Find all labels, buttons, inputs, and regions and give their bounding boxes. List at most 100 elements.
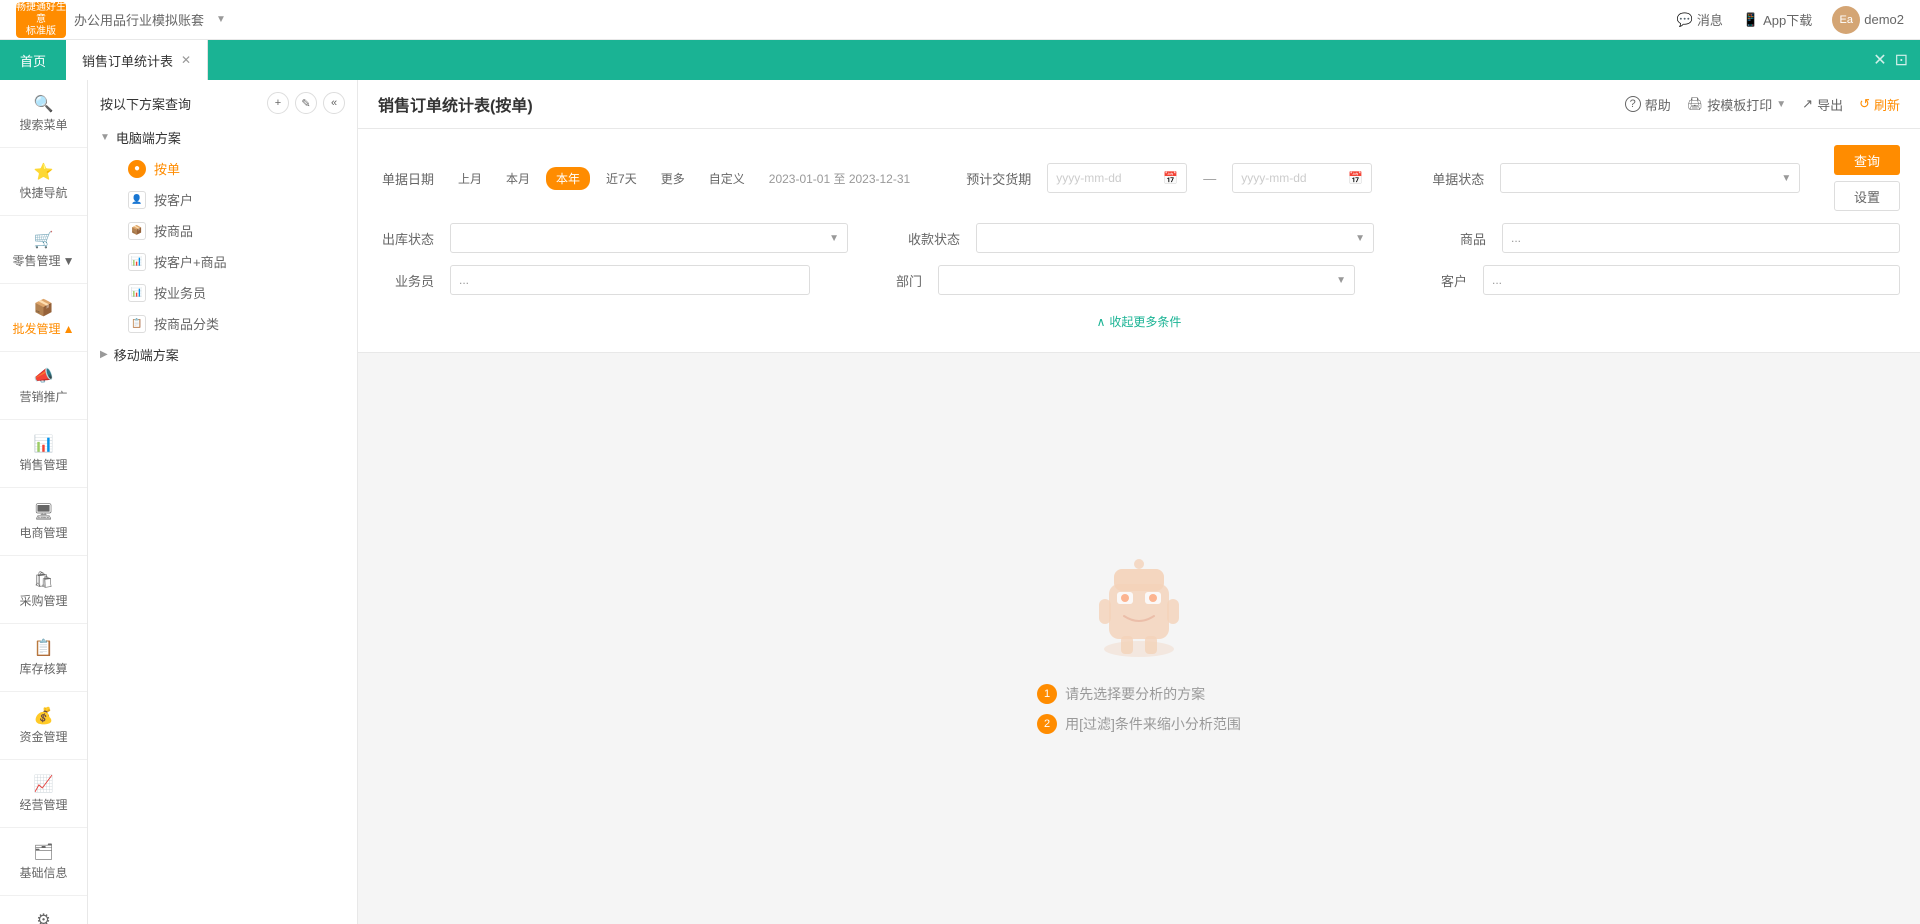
empty-tips: 1 请先选择要分析的方案 2 用[过滤]条件来缩小分析范围 xyxy=(1037,684,1241,734)
wholesale-icon: 📦 xyxy=(34,298,54,318)
workspace-title[interactable]: 办公用品行业模拟账套 xyxy=(74,10,204,29)
status-select-arrow-icon: ▼ xyxy=(1781,173,1791,184)
base-info-icon: 🗂 xyxy=(33,842,53,862)
finance-icon: 💰 xyxy=(34,706,54,726)
delivery-to-input[interactable]: yyyy-mm-dd 📅 xyxy=(1232,163,1372,193)
collapse-panel-button[interactable]: « xyxy=(323,92,345,114)
refresh-button[interactable]: ↺ 刷新 xyxy=(1859,95,1900,114)
plan-item-by-customer[interactable]: 👤 按客户 xyxy=(96,184,349,215)
mobile-plan-group-header[interactable]: ▶ 移动端方案 xyxy=(96,339,349,370)
sidebar-item-search-menu[interactable]: 🔍 搜索菜单 xyxy=(0,80,87,148)
ecommerce-icon: 🖥 xyxy=(33,502,53,522)
delivery-from-input[interactable]: yyyy-mm-dd 📅 xyxy=(1047,163,1187,193)
tab-restore-icon[interactable]: ⊡ xyxy=(1895,50,1908,70)
plan-item-by-goods[interactable]: 📦 按商品 xyxy=(96,215,349,246)
pc-plan-group-header[interactable]: ▼ 电脑端方案 xyxy=(96,122,349,153)
sidebar-item-operations[interactable]: 📈 经营管理 xyxy=(0,760,87,828)
sidebar: 🔍 搜索菜单 ⭐ 快捷导航 🛒 零售管理 ▼ 📦 批发管理 ▲ 📣 营销推广 xyxy=(0,80,88,924)
more-btn[interactable]: 更多 xyxy=(653,166,693,191)
goods-input[interactable]: ... xyxy=(1502,223,1900,253)
this-month-btn[interactable]: 本月 xyxy=(498,166,538,191)
customer-ellipsis[interactable]: ... xyxy=(1492,273,1502,287)
wholesale-arrow-icon: ▲ xyxy=(63,322,75,336)
staff-ellipsis[interactable]: ... xyxy=(459,273,469,287)
plan-item-by-staff[interactable]: 📊 按业务员 xyxy=(96,277,349,308)
empty-state: 1 请先选择要分析的方案 2 用[过滤]条件来缩小分析范围 xyxy=(358,353,1920,924)
filter-row-2: 出库状态 ▼ 收款状态 ▼ 商品 ... xyxy=(378,223,1900,253)
customer-input[interactable]: ... xyxy=(1483,265,1900,295)
page-header-actions: ? 帮助 🖨 按模板打印 ▼ ↗ 导出 ↺ 刷新 xyxy=(1625,95,1900,114)
right-panel: 销售订单统计表(按单) ? 帮助 🖨 按模板打印 ▼ ↗ 导出 xyxy=(358,80,1920,924)
receipt-status-select[interactable]: ▼ xyxy=(976,223,1374,253)
this-year-btn[interactable]: 本年 xyxy=(546,167,590,190)
pc-plan-group: ▼ 电脑端方案 ● 按单 👤 按客户 📦 按商品 📊 按客户+商品 xyxy=(88,122,357,339)
panel-actions: + ✎ « xyxy=(267,92,345,114)
tab-minimize-icon[interactable]: ✕ xyxy=(1873,50,1886,70)
retail-arrow-icon: ▼ xyxy=(63,254,75,268)
sidebar-item-quick-nav[interactable]: ⭐ 快捷导航 xyxy=(0,148,87,216)
edit-plan-button[interactable]: ✎ xyxy=(295,92,317,114)
inventory-icon: 📋 xyxy=(34,638,54,658)
tab-bar-right: ✕ ⊡ xyxy=(1873,50,1920,70)
by-category-icon: 📋 xyxy=(128,315,146,333)
dept-select[interactable]: ▼ xyxy=(938,265,1355,295)
tab-home[interactable]: 首页 xyxy=(0,40,66,80)
page-header: 销售订单统计表(按单) ? 帮助 🖨 按模板打印 ▼ ↗ 导出 xyxy=(358,80,1920,129)
sidebar-item-retail[interactable]: 🛒 零售管理 ▼ xyxy=(0,216,87,284)
empty-illustration xyxy=(1079,544,1199,664)
dept-arrow-icon: ▼ xyxy=(1336,275,1346,286)
plan-item-by-order[interactable]: ● 按单 xyxy=(96,153,349,184)
search-button[interactable]: 查询 xyxy=(1834,145,1900,175)
plan-item-by-customer-goods[interactable]: 📊 按客户+商品 xyxy=(96,246,349,277)
left-panel: 按以下方案查询 + ✎ « ▼ 电脑端方案 ● 按单 👤 按 xyxy=(88,80,358,924)
setting-button[interactable]: 设置 xyxy=(1834,181,1900,211)
custom-btn[interactable]: 自定义 xyxy=(701,166,753,191)
tab-close-icon[interactable]: ✕ xyxy=(181,53,191,67)
marketing-icon: 📣 xyxy=(34,366,54,386)
empty-tip-1: 1 请先选择要分析的方案 xyxy=(1037,684,1241,704)
avatar: Ea xyxy=(1832,6,1860,34)
out-status-select[interactable]: ▼ xyxy=(450,223,848,253)
sidebar-item-system[interactable]: ⚙ 系统管理 xyxy=(0,896,87,924)
sales-icon: 📊 xyxy=(34,434,54,454)
by-order-icon: ● xyxy=(128,160,146,178)
help-button[interactable]: ? 帮助 xyxy=(1625,95,1671,114)
tab-sales-stats[interactable]: 销售订单统计表 ✕ xyxy=(66,40,208,80)
sidebar-item-sales[interactable]: 📊 销售管理 xyxy=(0,420,87,488)
mobile-group-arrow-icon: ▶ xyxy=(100,349,108,360)
left-panel-header: 按以下方案查询 + ✎ « xyxy=(88,92,357,122)
sidebar-item-purchase[interactable]: 🛍 采购管理 xyxy=(0,556,87,624)
by-customer-icon: 👤 xyxy=(128,191,146,209)
top-bar: 畅捷通好生意 标准版 办公用品行业模拟账套 ▼ 💬 消息 📱 App下载 Ea … xyxy=(0,0,1920,40)
by-goods-icon: 📦 xyxy=(128,222,146,240)
app-download-button[interactable]: 📱 App下载 xyxy=(1743,10,1812,29)
by-staff-icon: 📊 xyxy=(128,284,146,302)
sidebar-item-base-info[interactable]: 🗂 基础信息 xyxy=(0,828,87,896)
pc-group-arrow-icon: ▼ xyxy=(100,132,110,143)
user-profile[interactable]: Ea demo2 xyxy=(1832,6,1904,34)
staff-input[interactable]: ... xyxy=(450,265,810,295)
export-button[interactable]: ↗ 导出 xyxy=(1802,95,1843,114)
receipt-status-label: 收款状态 xyxy=(904,229,960,248)
print-arrow-icon: ▼ xyxy=(1776,99,1786,110)
sidebar-item-finance[interactable]: 💰 资金管理 xyxy=(0,692,87,760)
tip1-number: 1 xyxy=(1037,684,1057,704)
print-button[interactable]: 🖨 按模板打印 ▼ xyxy=(1687,95,1786,114)
out-status-label: 出库状态 xyxy=(378,229,434,248)
tip2-number: 2 xyxy=(1037,714,1057,734)
workspace-arrow-icon[interactable]: ▼ xyxy=(216,14,226,25)
last-month-btn[interactable]: 上月 xyxy=(450,166,490,191)
tab-bar: 首页 销售订单统计表 ✕ ✕ ⊡ xyxy=(0,40,1920,80)
sidebar-item-inventory[interactable]: 📋 库存核算 xyxy=(0,624,87,692)
collapse-filter-button[interactable]: ∧ 收起更多条件 xyxy=(378,307,1900,336)
last7days-btn[interactable]: 近7天 xyxy=(598,166,645,191)
status-select[interactable]: ▼ xyxy=(1500,163,1800,193)
sidebar-item-wholesale[interactable]: 📦 批发管理 ▲ xyxy=(0,284,87,352)
goods-ellipsis[interactable]: ... xyxy=(1511,231,1521,245)
message-button[interactable]: 💬 消息 xyxy=(1677,10,1723,29)
sidebar-item-ecommerce[interactable]: 🖥 电商管理 xyxy=(0,488,87,556)
sidebar-item-marketing[interactable]: 📣 营销推广 xyxy=(0,352,87,420)
plan-item-by-category[interactable]: 📋 按商品分类 xyxy=(96,308,349,339)
status-label: 单据状态 xyxy=(1428,169,1484,188)
add-plan-button[interactable]: + xyxy=(267,92,289,114)
